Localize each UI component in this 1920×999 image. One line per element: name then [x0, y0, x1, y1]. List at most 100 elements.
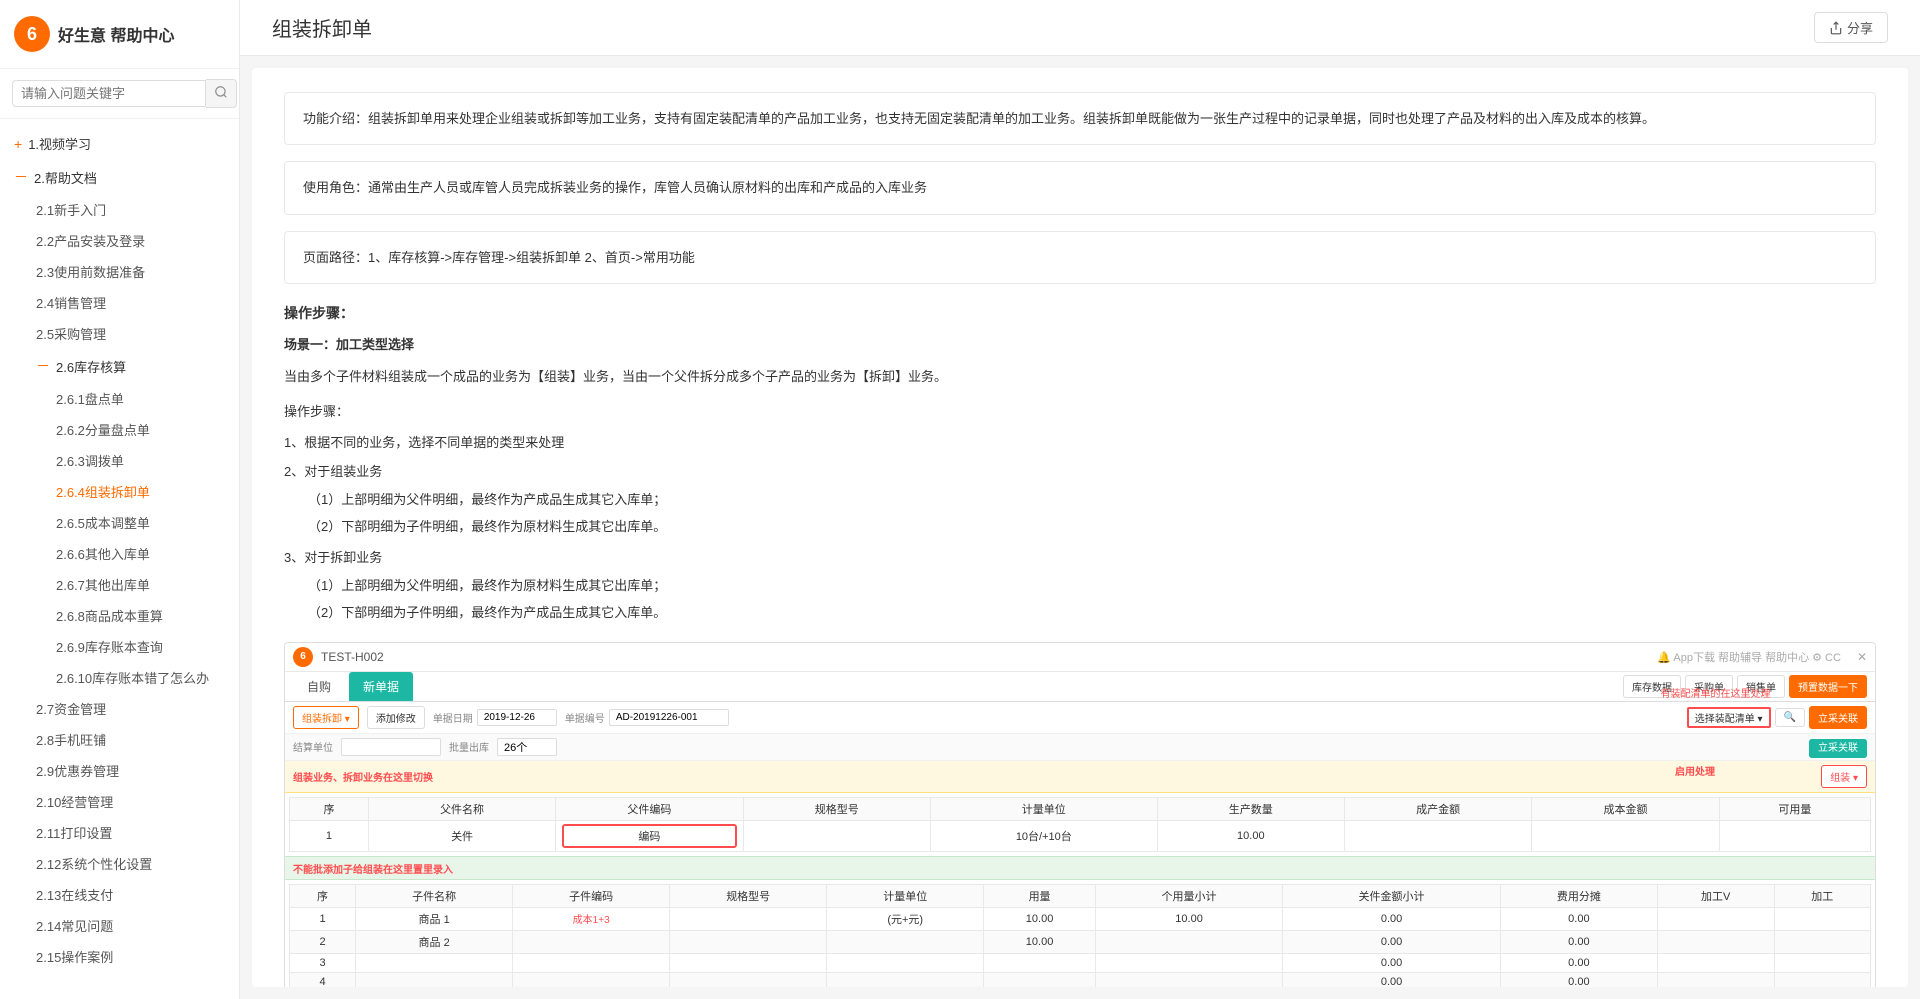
- ss-col-cost-amt: 成本金额: [1532, 797, 1719, 820]
- nav-subsub-docs-sub6-6[interactable]: 2.6.6其他入库单: [0, 538, 239, 569]
- nav-sub-docs-sub8[interactable]: 2.8手机旺铺: [0, 724, 239, 755]
- logo-text: 好生意 帮助中心: [58, 22, 174, 46]
- content-area: 功能介绍：组装拆卸单用来处理企业组装或拆卸等加工业务，支持有固定装配清单的产品加…: [252, 68, 1908, 987]
- function-desc-text: 功能介绍：组装拆卸单用来处理企业组装或拆卸等加工业务，支持有固定装配清单的产品加…: [303, 111, 1655, 126]
- minus-icon: －: [14, 167, 28, 187]
- ss-qty-label: 批量出库: [449, 739, 489, 754]
- step3-2: （2）下部明细为子件明细，最终作为产成品生成其它入库单。: [308, 601, 1876, 626]
- ss-titlebar: 6 TEST-H002 🔔 App下载 帮助辅导 帮助中心 ⚙ CC ✕: [285, 643, 1875, 672]
- nav-subsub-active-docs-sub6-4[interactable]: 2.6.4组装拆卸单: [0, 476, 239, 507]
- function-desc-block: 功能介绍：组装拆卸单用来处理企业组装或拆卸等加工业务，支持有固定装配清单的产品加…: [284, 92, 1876, 145]
- ss-acct-input[interactable]: [341, 738, 441, 756]
- nav-sub-docs-sub9[interactable]: 2.9优惠券管理: [0, 755, 239, 786]
- ss-date-input[interactable]: [477, 709, 557, 726]
- nav-subsub-docs-sub6-9[interactable]: 2.6.9库存账本查询: [0, 631, 239, 662]
- role-desc-block: 使用角色：通常由生产人员或库管人员完成拆装业务的操作，库管人员确认原材料的出库和…: [284, 161, 1876, 214]
- table-row: 1 关件 编码 10台/+10台 10.00: [290, 820, 1871, 851]
- nav-sub-docs-sub7[interactable]: 2.7资金管理: [0, 693, 239, 724]
- ss-form-row: 组装拆卸 ▾ 添加修改 单据日期 单据编号 选择装配清单 ▾ 有装配清单的在这里…: [285, 702, 1875, 734]
- nav-subsub-docs-sub6-7[interactable]: 2.6.7其他出库单: [0, 569, 239, 600]
- ss-type-label-row: 组装业务、拆卸业务在这里切换 启用处理 组装 ▾: [285, 761, 1875, 793]
- share-button[interactable]: 分享: [1814, 12, 1888, 43]
- nav-sub-docs-sub11[interactable]: 2.11打印设置: [0, 817, 239, 848]
- nav-sub-docs-sub14[interactable]: 2.14常见问题: [0, 910, 239, 941]
- ss-btn-add-row[interactable]: 🔍: [1775, 708, 1805, 727]
- ss-bottom-annotation: 不能批添加子给组装在这里置里录入: [285, 856, 1875, 880]
- logo-area: 6 好生意 帮助中心: [0, 0, 239, 69]
- search-area: [0, 69, 239, 119]
- role-desc-text: 使用角色：通常由生产人员或库管人员完成拆装业务的操作，库管人员确认原材料的出库和…: [303, 180, 927, 195]
- ss-btn-preset[interactable]: 预置数据一下: [1789, 675, 1867, 698]
- nav-sub-docs-sub3[interactable]: 2.3使用前数据准备: [0, 256, 239, 287]
- ss-col-prod-amt: 成产金额: [1344, 797, 1531, 820]
- nav-sub-docs-sub12[interactable]: 2.12系统个性化设置: [0, 848, 239, 879]
- nav-subsub-docs-sub6-8[interactable]: 2.6.8商品成本重算: [0, 600, 239, 631]
- nav-sub-docs-sub2[interactable]: 2.2产品安装及登录: [0, 225, 239, 256]
- screenshot-container: 6 TEST-H002 🔔 App下载 帮助辅导 帮助中心 ⚙ CC ✕ 自购 …: [284, 642, 1876, 987]
- nav-sub-docs-sub15[interactable]: 2.15操作案例: [0, 941, 239, 972]
- sidebar: 6 好生意 帮助中心 +1.视频学习－2.帮助文档2.1新手入门2.2产品安装及…: [0, 0, 240, 999]
- table-row: 1 商品 1 成本1+3 (元+元) 10.00 10.00 0.00 0.00: [290, 907, 1871, 930]
- ss-sub-form-row: 结算单位 批量出库 立采关联: [285, 734, 1875, 761]
- ss-no-label: 单据编号: [565, 710, 605, 725]
- step2-2: （2）下部明细为子件明细，最终作为原材料生成其它出库单。: [308, 515, 1876, 540]
- nav-subsub-docs-sub6-10[interactable]: 2.6.10库存账本错了怎么办: [0, 662, 239, 693]
- ss-tab-bar: 自购 新单据 库存数据 采购单 销售单 预置数据一下: [285, 672, 1875, 702]
- ss-red-box-assign: 选择装配清单 ▾: [1687, 707, 1771, 728]
- ss-top-table-container: 序 父件名称 父件编码 规格型号 计量单位 生产数量 成产金额 成本金额 可用量: [285, 793, 1875, 856]
- path-desc-block: 页面路径：1、库存核算->库存管理->组装拆卸单 2、首页->常用功能: [284, 231, 1876, 284]
- table-row: 30.000.00: [290, 953, 1871, 972]
- path-desc-text: 页面路径：1、库存核算->库存管理->组装拆卸单 2、首页->常用功能: [303, 250, 695, 265]
- ss-annotation-bom: 有装配清单的在这里处理: [1661, 685, 1771, 700]
- ss-action-label: 组装业务、拆卸业务在这里切换: [293, 769, 433, 784]
- ss-btn-action[interactable]: 添加修改: [367, 706, 425, 729]
- ss-tab-new[interactable]: 新单据: [349, 672, 413, 701]
- ss-qty-input[interactable]: [497, 738, 557, 756]
- ss-acct-label: 结算单位: [293, 739, 333, 754]
- ss-top-table: 序 父件名称 父件编码 规格型号 计量单位 生产数量 成产金额 成本金额 可用量: [289, 797, 1871, 852]
- steps-title: 操作步骤：: [284, 300, 1876, 327]
- ss-tab-zigo[interactable]: 自购: [293, 672, 345, 701]
- ss-red-input[interactable]: 编码: [562, 824, 736, 848]
- nav-subsub-docs-sub6-2[interactable]: 2.6.2分量盘点单: [0, 414, 239, 445]
- ss-btn-submit[interactable]: 立采关联: [1809, 739, 1867, 758]
- logo-icon: 6: [14, 16, 50, 52]
- ss-btn-type-org[interactable]: 组装拆卸 ▾: [293, 706, 359, 729]
- scenario1-steps-title: 操作步骤：: [284, 400, 1876, 425]
- ss-col-spec: 规格型号: [743, 797, 930, 820]
- nav-item-video[interactable]: +1.视频学习: [0, 127, 239, 160]
- ss-col-prod-qty: 生产数量: [1157, 797, 1344, 820]
- nav-list: +1.视频学习－2.帮助文档2.1新手入门2.2产品安装及登录2.3使用前数据准…: [0, 119, 239, 980]
- minus-icon: －: [36, 356, 50, 376]
- ss-col-unit: 计量单位: [930, 797, 1157, 820]
- ss-company: TEST-H002: [321, 650, 384, 664]
- ss-no-input[interactable]: [609, 709, 729, 726]
- ss-col-parent-name: 父件名称: [368, 797, 555, 820]
- nav-sub-docs-sub10[interactable]: 2.10经营管理: [0, 786, 239, 817]
- ss-btn-confirm[interactable]: 立采关联: [1809, 706, 1867, 729]
- search-input[interactable]: [12, 80, 206, 107]
- ss-bottom-table: 序 子件名称 子件编码 规格型号 计量单位 用量 个用量小计 关件金额小计 费用…: [289, 884, 1871, 987]
- page-title: 组装拆卸单: [272, 13, 372, 42]
- nav-subsub-docs-sub6-3[interactable]: 2.6.3调拨单: [0, 445, 239, 476]
- nav-item-docs-sub6[interactable]: －2.6库存核算: [0, 349, 239, 383]
- ss-col-seq: 序: [290, 797, 369, 820]
- nav-sub-docs-sub13[interactable]: 2.13在线支付: [0, 879, 239, 910]
- ss-no-field: 单据编号: [565, 709, 729, 726]
- nav-sub-docs-sub4[interactable]: 2.4销售管理: [0, 287, 239, 318]
- steps-section: 操作步骤： 场景一：加工类型选择 当由多个子件材料组装成一个成品的业务为【组装】…: [284, 300, 1876, 625]
- ss-date-field: 单据日期: [433, 709, 557, 726]
- search-button[interactable]: [206, 79, 237, 108]
- nav-sub-docs-sub1[interactable]: 2.1新手入门: [0, 194, 239, 225]
- table-row: 2 商品 2 10.00 0.00 0.00: [290, 930, 1871, 953]
- scenario1-title: 场景一：加工类型选择: [284, 333, 1876, 358]
- ss-annotation-bulk: 不能批添加子给组装在这里置里录入: [293, 865, 453, 876]
- ss-date-label: 单据日期: [433, 710, 473, 725]
- ss-btn-op1[interactable]: 组装 ▾: [1821, 765, 1867, 788]
- nav-item-docs[interactable]: －2.帮助文档: [0, 160, 239, 194]
- nav-sub-docs-sub5[interactable]: 2.5采购管理: [0, 318, 239, 349]
- nav-subsub-docs-sub6-1[interactable]: 2.6.1盘点单: [0, 383, 239, 414]
- step1: 1、根据不同的业务，选择不同单据的类型来处理: [284, 431, 1876, 456]
- nav-subsub-docs-sub6-5[interactable]: 2.6.5成本调整单: [0, 507, 239, 538]
- ss-logo: 6: [293, 647, 313, 667]
